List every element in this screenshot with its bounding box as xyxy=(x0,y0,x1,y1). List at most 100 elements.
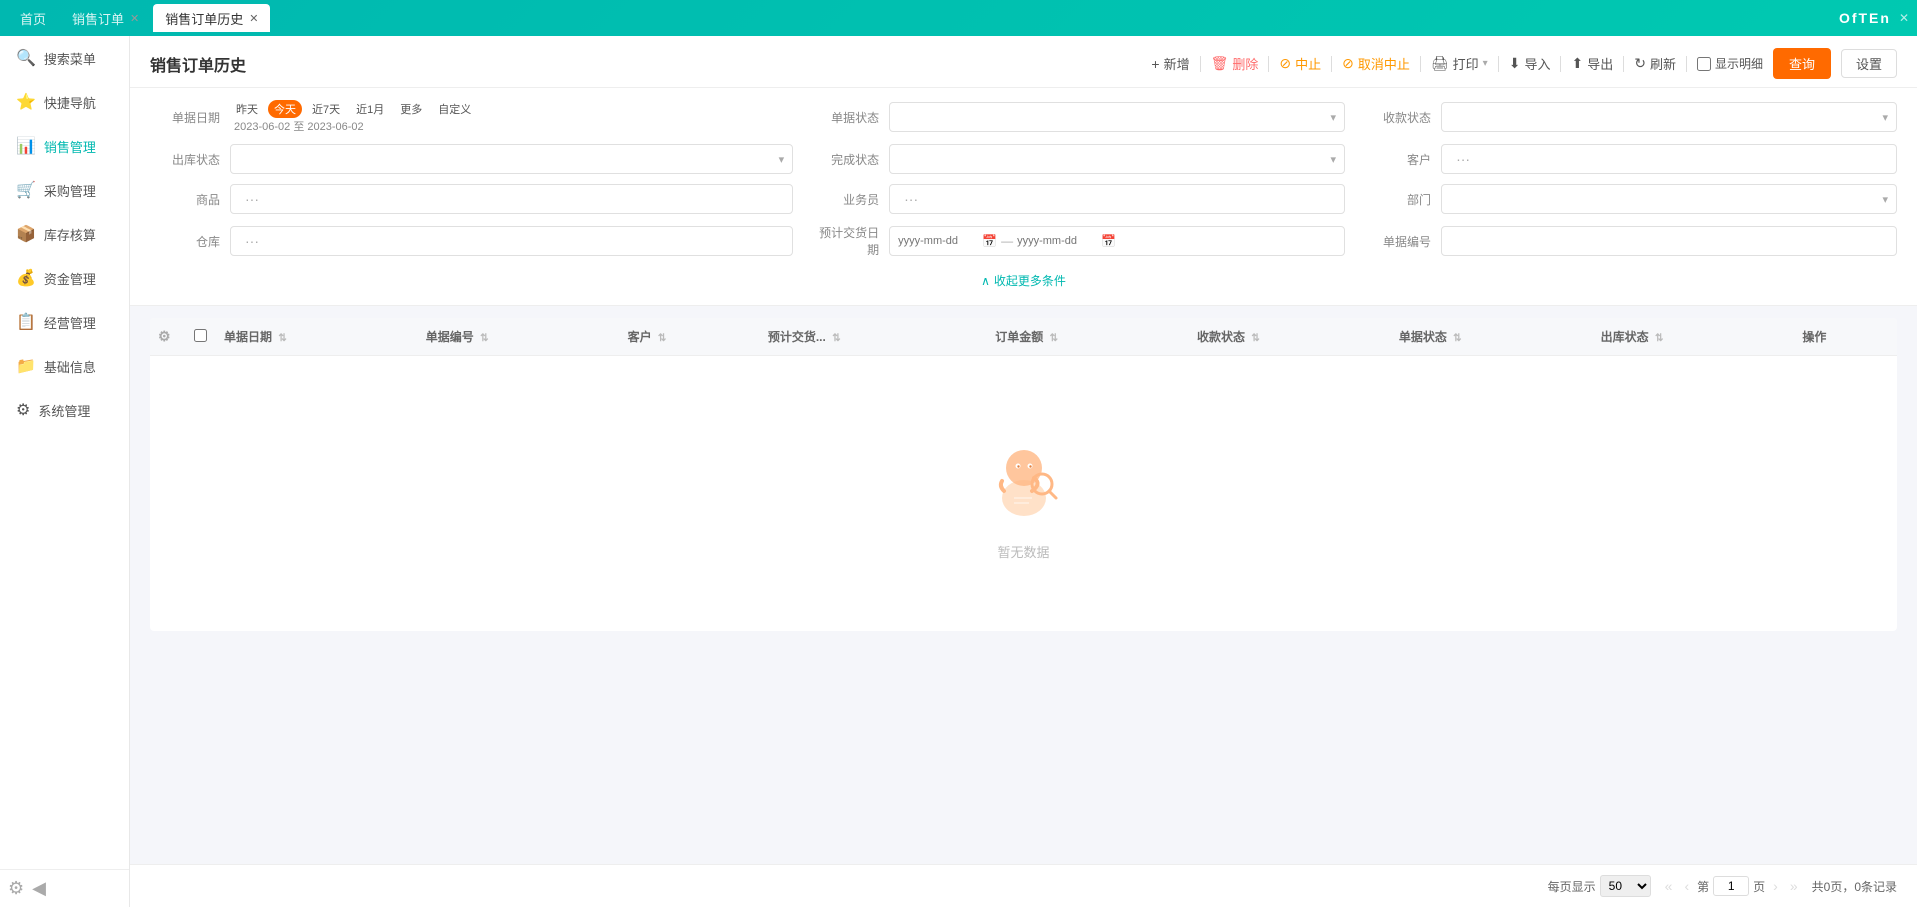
sidebar-collapse-btn[interactable]: ◀ xyxy=(32,878,46,899)
filter-row-2: 出库状态 ▾ 完成状态 ▾ 客户 xyxy=(150,144,1897,174)
sidebar-item-shortcut[interactable]: ⭐ 快捷导航 xyxy=(0,80,129,124)
basic-icon: 📁 xyxy=(16,356,36,376)
page-prev-btn[interactable]: ‹ xyxy=(1680,876,1693,896)
sidebar-item-system[interactable]: ⚙ 系统管理 xyxy=(0,388,129,432)
collapse-row[interactable]: ∧ 收起更多条件 xyxy=(150,268,1897,293)
divider-7 xyxy=(1623,56,1624,72)
page-first-btn[interactable]: « xyxy=(1661,876,1677,896)
warehouse-dots[interactable]: ··· xyxy=(245,233,259,249)
date-filter-content: 昨天 今天 近7天 近1月 更多 自定义 2023-06-02 至 2023-0… xyxy=(230,100,793,134)
complete-status-select[interactable]: ▾ xyxy=(889,144,1345,174)
page-footer: 每页显示 10 20 50 100 « ‹ 第 页 › » 共0页，0条记录 xyxy=(130,864,1917,907)
sidebar-item-search[interactable]: 🔍 搜索菜单 xyxy=(0,36,129,80)
department-select[interactable]: ▾ xyxy=(1441,184,1897,214)
table-gear-icon[interactable]: ⚙ xyxy=(158,328,171,344)
btn-import[interactable]: ⬇ 导入 xyxy=(1509,54,1551,73)
goods-field[interactable]: ··· xyxy=(230,184,793,214)
show-detail-checkbox[interactable] xyxy=(1697,57,1711,71)
th-delivery[interactable]: 预计交货... ⇅ xyxy=(760,318,987,356)
out-status-arrow: ▾ xyxy=(779,153,785,166)
date-btn-today[interactable]: 今天 xyxy=(268,100,302,118)
topbar-close-btn[interactable]: ✕ xyxy=(1899,11,1909,25)
th-amount[interactable]: 订单金额 ⇅ xyxy=(987,318,1189,356)
btn-refresh[interactable]: ↻ 刷新 xyxy=(1634,54,1676,73)
salesman-dots[interactable]: ··· xyxy=(904,191,918,207)
customer-field[interactable]: ··· xyxy=(1441,144,1897,174)
filter-group-bill-status: 单据状态 ▾ xyxy=(809,102,1345,132)
btn-print[interactable]: 🖨 打印 ▾ xyxy=(1431,54,1488,73)
divider-6 xyxy=(1560,56,1561,72)
date-btn-1month[interactable]: 近1月 xyxy=(350,100,390,118)
date-label: 单据日期 xyxy=(150,109,230,126)
query-button[interactable]: 查询 xyxy=(1773,48,1831,79)
th-bill-status[interactable]: 单据状态 ⇅ xyxy=(1391,318,1593,356)
th-bill-status-label: 单据状态 xyxy=(1399,330,1447,344)
th-customer[interactable]: 客户 ⇅ xyxy=(620,318,760,356)
th-bill-no[interactable]: 单据编号 ⇅ xyxy=(418,318,620,356)
show-detail[interactable]: 显示明细 xyxy=(1697,55,1763,72)
brand-text: OfTEn xyxy=(1839,10,1891,26)
collection-status-select[interactable]: ▾ xyxy=(1441,102,1897,132)
page-last-btn[interactable]: » xyxy=(1786,876,1802,896)
th-out-status[interactable]: 出库状态 ⇅ xyxy=(1593,318,1795,356)
btn-export[interactable]: ⬆ 导出 xyxy=(1571,54,1613,73)
sidebar-item-sales[interactable]: 📊 销售管理 xyxy=(0,124,129,168)
goods-dots[interactable]: ··· xyxy=(245,191,259,207)
empty-illustration xyxy=(974,426,1074,526)
th-out-status-sort: ⇅ xyxy=(1655,333,1663,344)
btn-cancel-stop[interactable]: ⊘ 取消中止 xyxy=(1342,54,1410,73)
date-btn-custom[interactable]: 自定义 xyxy=(432,100,477,118)
per-page-label: 每页显示 xyxy=(1548,878,1596,895)
tab-sales-order[interactable]: 销售订单 ✕ xyxy=(60,4,151,32)
per-page-select[interactable]: 10 20 50 100 xyxy=(1600,875,1651,897)
out-status-label: 出库状态 xyxy=(150,151,230,168)
th-bill-no-sort: ⇅ xyxy=(480,333,488,344)
sidebar-bottom: ⚙ ◀ xyxy=(0,869,129,907)
th-gear: ⚙ xyxy=(150,318,186,356)
sidebar-item-purchase[interactable]: 🛒 采购管理 xyxy=(0,168,129,212)
date-btn-7days[interactable]: 近7天 xyxy=(306,100,346,118)
refresh-icon: ↻ xyxy=(1634,55,1646,72)
sidebar-settings-btn[interactable]: ⚙ xyxy=(8,878,24,899)
th-checkbox xyxy=(186,318,216,356)
tab-home-label: 首页 xyxy=(20,9,46,28)
th-delivery-label: 预计交货... xyxy=(768,330,826,344)
layout: 🔍 搜索菜单 ⭐ 快捷导航 📊 销售管理 🛒 采购管理 📦 库存核算 💰 资金管… xyxy=(0,36,1917,907)
divider-5 xyxy=(1498,56,1499,72)
btn-add[interactable]: + 新增 xyxy=(1151,54,1189,73)
sidebar-item-operation[interactable]: 📋 经营管理 xyxy=(0,300,129,344)
bill-status-select[interactable]: ▾ xyxy=(889,102,1345,132)
empty-state-cell: 暂无数据 xyxy=(150,356,1897,632)
th-collection-status[interactable]: 收款状态 ⇅ xyxy=(1189,318,1391,356)
empty-state: 暂无数据 xyxy=(158,366,1889,621)
delivery-date-start[interactable] xyxy=(898,235,978,247)
page-input[interactable] xyxy=(1713,876,1749,896)
btn-delete[interactable]: 🗑 删除 xyxy=(1211,54,1259,73)
delivery-date-range[interactable]: 📅 — 📅 xyxy=(889,226,1345,256)
th-date[interactable]: 单据日期 ⇅ xyxy=(216,318,418,356)
sidebar-item-basic[interactable]: 📁 基础信息 xyxy=(0,344,129,388)
select-all-checkbox[interactable] xyxy=(194,329,207,342)
sidebar-item-inventory[interactable]: 📦 库存核算 xyxy=(0,212,129,256)
date-btn-yesterday[interactable]: 昨天 xyxy=(230,100,264,118)
tab-sales-history-close[interactable]: ✕ xyxy=(249,12,258,25)
out-status-select[interactable]: ▾ xyxy=(230,144,793,174)
delivery-date-end[interactable] xyxy=(1017,235,1097,247)
warehouse-field[interactable]: ··· xyxy=(230,226,793,256)
customer-dots[interactable]: ··· xyxy=(1456,151,1470,167)
bill-no-field[interactable] xyxy=(1441,226,1897,256)
date-btn-more[interactable]: 更多 xyxy=(394,100,428,118)
page-next-btn[interactable]: › xyxy=(1769,876,1782,896)
shortcut-icon: ⭐ xyxy=(16,92,36,112)
btn-export-label: 导出 xyxy=(1587,54,1613,73)
bill-status-label: 单据状态 xyxy=(809,109,889,126)
tab-home[interactable]: 首页 xyxy=(8,4,58,32)
tab-sales-history[interactable]: 销售订单历史 ✕ xyxy=(153,4,270,32)
sidebar-item-finance[interactable]: 💰 资金管理 xyxy=(0,256,129,300)
page-label: 第 xyxy=(1697,878,1709,895)
settings-button[interactable]: 设置 xyxy=(1841,49,1897,78)
tab-sales-order-close[interactable]: ✕ xyxy=(130,12,139,25)
delivery-date-cal1: 📅 xyxy=(982,234,997,248)
salesman-field[interactable]: ··· xyxy=(889,184,1345,214)
btn-stop[interactable]: ⊘ 中止 xyxy=(1279,54,1321,73)
